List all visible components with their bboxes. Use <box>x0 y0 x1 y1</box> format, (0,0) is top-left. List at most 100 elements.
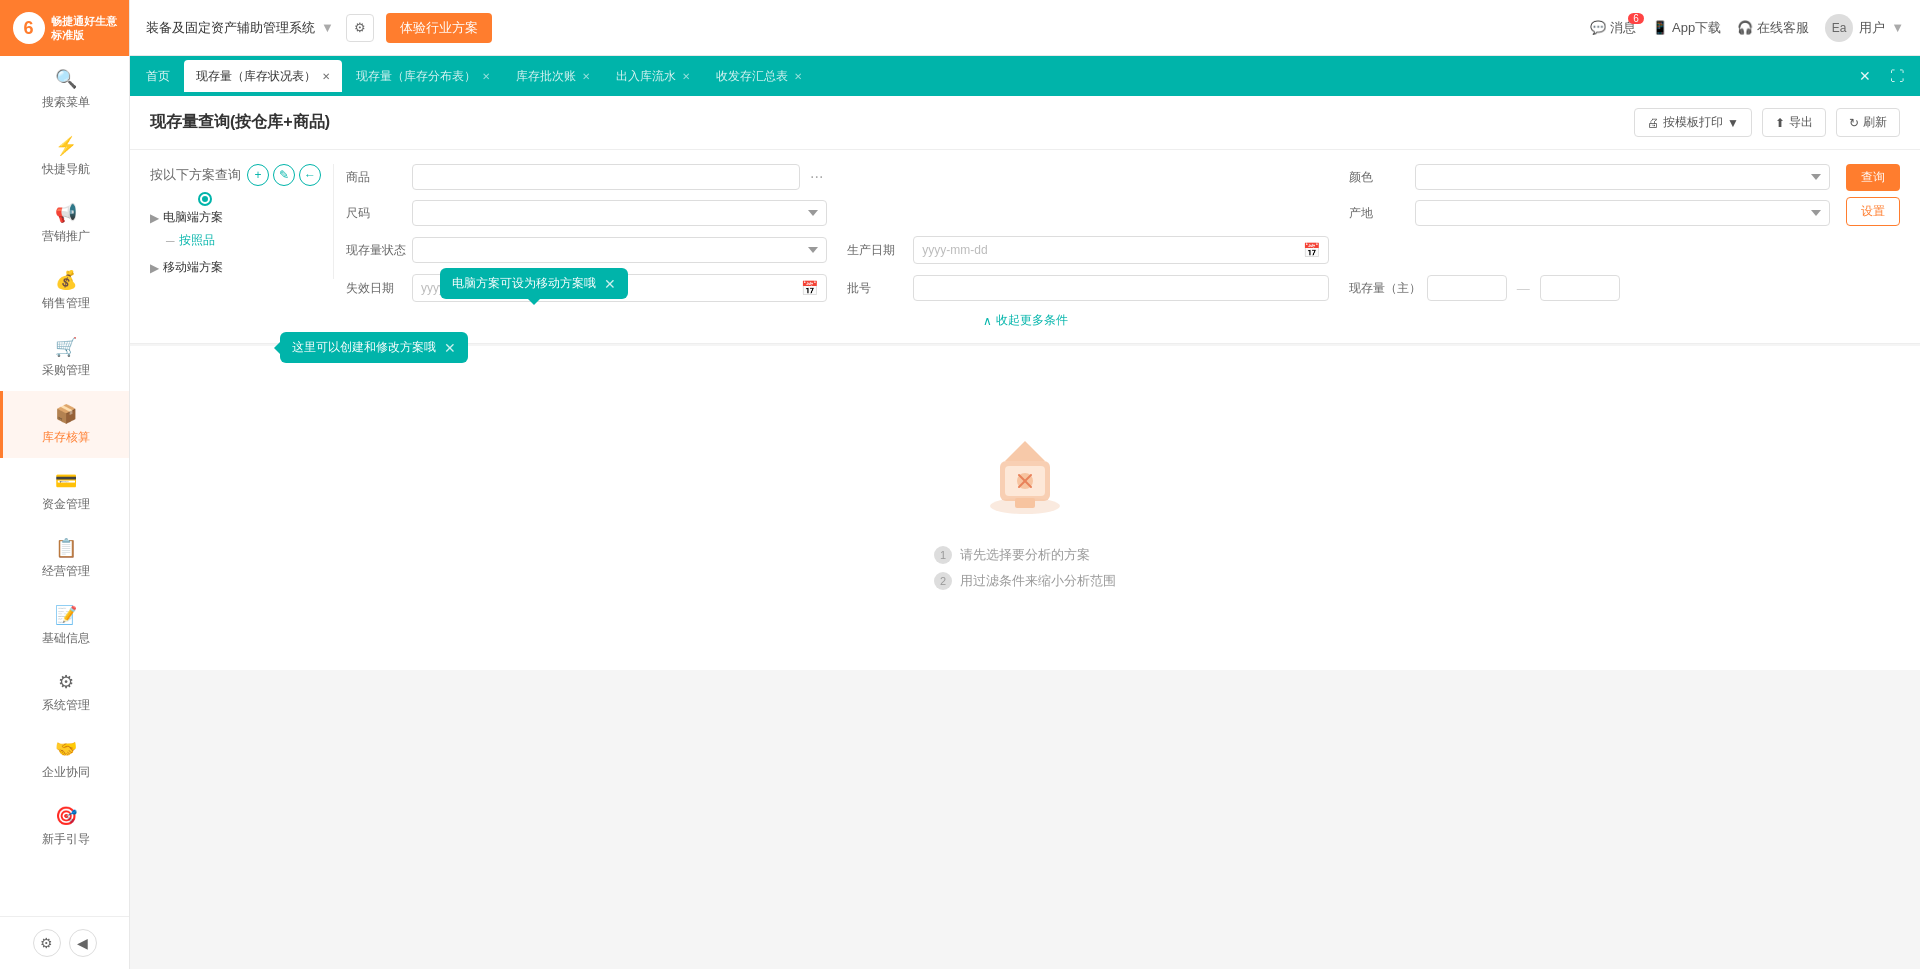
plan-header: 按以下方案查询 + ✎ ← <box>150 164 321 186</box>
sidebar-item-label-basic: 基础信息 <box>42 630 90 647</box>
plan-tooltip-text: 电脑方案可设为移动方案哦 <box>452 275 596 292</box>
plan-tree-item-product[interactable]: ─ 按照品 <box>166 229 321 252</box>
sidebar-bottom: ⚙ ◀ <box>0 916 129 969</box>
plan-tree-item-mobile[interactable]: ▶ 移动端方案 <box>150 256 321 279</box>
basic-icon: 📝 <box>55 604 77 626</box>
export-icon: ⬆ <box>1775 116 1785 130</box>
sidebar-item-enterprise[interactable]: 🤝 企业协同 <box>0 726 129 793</box>
message-badge: 6 <box>1628 13 1644 24</box>
tab-close-collect-summary[interactable]: ✕ <box>794 71 802 82</box>
tab-collect-summary[interactable]: 收发存汇总表✕ <box>704 60 814 92</box>
sidebar-item-label-guide: 新手引导 <box>42 831 90 848</box>
edit-tooltip-bubble: 这里可以创建和修改方案哦 ✕ <box>280 332 468 363</box>
tab-close-inventory-dist[interactable]: ✕ <box>482 71 490 82</box>
search-btn[interactable]: 查询 <box>1846 164 1900 191</box>
product-dots[interactable]: ··· <box>806 168 827 186</box>
field-stock-main: 现存量（主） — <box>1349 274 1830 302</box>
sidebar-item-quick-nav[interactable]: ⚡ 快捷导航 <box>0 123 129 190</box>
stock-main-to-input[interactable] <box>1540 275 1620 301</box>
prod-date-input[interactable]: yyyy-mm-dd 📅 <box>913 236 1328 264</box>
field-origin: 产地 <box>1349 200 1830 226</box>
inventory-icon: 📦 <box>55 403 77 425</box>
tab-label-inventory-dist: 现存量（库存分布表） <box>356 68 476 85</box>
guide-icon: 🎯 <box>55 805 77 827</box>
chevron-up-icon: ∧ <box>983 314 992 328</box>
plan-section: 按以下方案查询 + ✎ ← ▶ 电脑端方案 <box>150 164 334 279</box>
plan-controls: + ✎ ← <box>247 164 321 186</box>
field-stock-status: 现存量状态 <box>346 236 827 264</box>
sidebar-item-inventory[interactable]: 📦 库存核算 <box>0 391 129 458</box>
tab-home[interactable]: 首页 <box>134 60 182 92</box>
sidebar-item-label-marketing: 营销推广 <box>42 228 90 245</box>
settings-gear-btn[interactable]: ⚙ <box>346 14 374 42</box>
empty-state: 1 请先选择要分析的方案 2 用过滤条件来缩小分析范围 <box>130 346 1920 670</box>
field-product: 商品 ··· <box>346 164 827 190</box>
sidebar-item-finance[interactable]: 💳 资金管理 <box>0 458 129 525</box>
tab-expand-btn[interactable]: ⛶ <box>1884 63 1910 89</box>
refresh-icon: ↻ <box>1849 116 1859 130</box>
sidebar-item-search[interactable]: 🔍 搜索菜单 <box>0 56 129 123</box>
app-download-btn[interactable]: 📱 App下载 <box>1652 19 1721 37</box>
empty-illustration <box>975 426 1075 526</box>
batch-input[interactable] <box>913 275 1328 301</box>
setting-btn[interactable]: 设置 <box>1846 197 1900 226</box>
field-prod-date: 生产日期 yyyy-mm-dd 📅 <box>847 236 1328 264</box>
back-plan-btn[interactable]: ← <box>299 164 321 186</box>
tab-close-inventory-status[interactable]: ✕ <box>322 71 330 82</box>
plan-tooltip-close[interactable]: ✕ <box>604 276 616 292</box>
tab-bar-end: ✕ ⛶ <box>1852 63 1916 89</box>
origin-select[interactable] <box>1415 200 1830 226</box>
sidebar-item-label-search: 搜索菜单 <box>42 94 90 111</box>
quick-nav-icon: ⚡ <box>55 135 77 157</box>
tab-close-in-out-flow[interactable]: ✕ <box>682 71 690 82</box>
sidebar-collapse-btn[interactable]: ◀ <box>69 929 97 957</box>
tip-num-1: 1 <box>934 546 952 564</box>
sidebar-item-marketing[interactable]: 📢 营销推广 <box>0 190 129 257</box>
edit-tooltip-close[interactable]: ✕ <box>444 340 456 356</box>
tab-label-in-out-flow: 出入库流水 <box>616 68 676 85</box>
sidebar-item-guide[interactable]: 🎯 新手引导 <box>0 793 129 860</box>
export-btn[interactable]: ⬆ 导出 <box>1762 108 1826 137</box>
tab-close-all-btn[interactable]: ✕ <box>1852 63 1878 89</box>
sidebar-item-purchase[interactable]: 🛒 采购管理 <box>0 324 129 391</box>
sidebar-item-basic[interactable]: 📝 基础信息 <box>0 592 129 659</box>
system-name: 装备及固定资产辅助管理系统 ▼ <box>146 19 334 37</box>
stock-main-from-input[interactable] <box>1427 275 1507 301</box>
refresh-btn[interactable]: ↻ 刷新 <box>1836 108 1900 137</box>
page-header: 现存量查询(按仓库+商品) 🖨 按模板打印 ▼ ⬆ 导出 ↻ 刷新 <box>130 96 1920 150</box>
sidebar-item-operation[interactable]: 📋 经营管理 <box>0 525 129 592</box>
product-input[interactable] <box>412 164 800 190</box>
sidebar-item-system[interactable]: ⚙ 系统管理 <box>0 659 129 726</box>
print-btn[interactable]: 🖨 按模板打印 ▼ <box>1634 108 1752 137</box>
online-support-btn[interactable]: 🎧 在线客服 <box>1737 19 1809 37</box>
sidebar-item-label-operation: 经营管理 <box>42 563 90 580</box>
tip-num-2: 2 <box>934 572 952 590</box>
avatar-circle: Ea <box>1825 14 1853 42</box>
message-icon: 💬 <box>1590 20 1606 35</box>
user-avatar[interactable]: Ea 用户 ▼ <box>1825 14 1904 42</box>
tab-batch-ledger[interactable]: 库存批次账✕ <box>504 60 602 92</box>
sidebar-item-label-purchase: 采购管理 <box>42 362 90 379</box>
add-plan-btn[interactable]: + <box>247 164 269 186</box>
sidebar-settings-btn[interactable]: ⚙ <box>33 929 61 957</box>
sidebar-item-label-enterprise: 企业协同 <box>42 764 90 781</box>
sidebar-item-sales[interactable]: 💰 销售管理 <box>0 257 129 324</box>
main-content: 装备及固定资产辅助管理系统 ▼ ⚙ 体验行业方案 💬 消息 6 📱 App下载 … <box>130 0 1920 969</box>
collapse-btn[interactable]: ∧ 收起更多条件 <box>983 312 1068 329</box>
page-header-actions: 🖨 按模板打印 ▼ ⬆ 导出 ↻ 刷新 <box>1634 108 1900 137</box>
tab-inventory-status[interactable]: 现存量（库存状况表）✕ <box>184 60 342 92</box>
tab-close-batch-ledger[interactable]: ✕ <box>582 71 590 82</box>
tab-inventory-dist[interactable]: 现存量（库存分布表） ✕ <box>344 60 502 92</box>
system-dropdown-icon[interactable]: ▼ <box>321 20 334 35</box>
edit-plan-btn[interactable]: ✎ <box>273 164 295 186</box>
message-btn[interactable]: 💬 消息 6 <box>1590 19 1636 37</box>
size-select[interactable] <box>412 200 827 226</box>
printer-icon: 🖨 <box>1647 116 1659 130</box>
tab-in-out-flow[interactable]: 出入库流水 ✕ <box>604 60 702 92</box>
plan-tree-item-desktop[interactable]: ▶ 电脑端方案 <box>150 206 321 229</box>
header: 装备及固定资产辅助管理系统 ▼ ⚙ 体验行业方案 💬 消息 6 📱 App下载 … <box>130 0 1920 56</box>
trial-btn[interactable]: 体验行业方案 <box>386 13 492 43</box>
enterprise-icon: 🤝 <box>55 738 77 760</box>
stock-status-select[interactable] <box>412 237 827 263</box>
color-select[interactable] <box>1415 164 1830 190</box>
